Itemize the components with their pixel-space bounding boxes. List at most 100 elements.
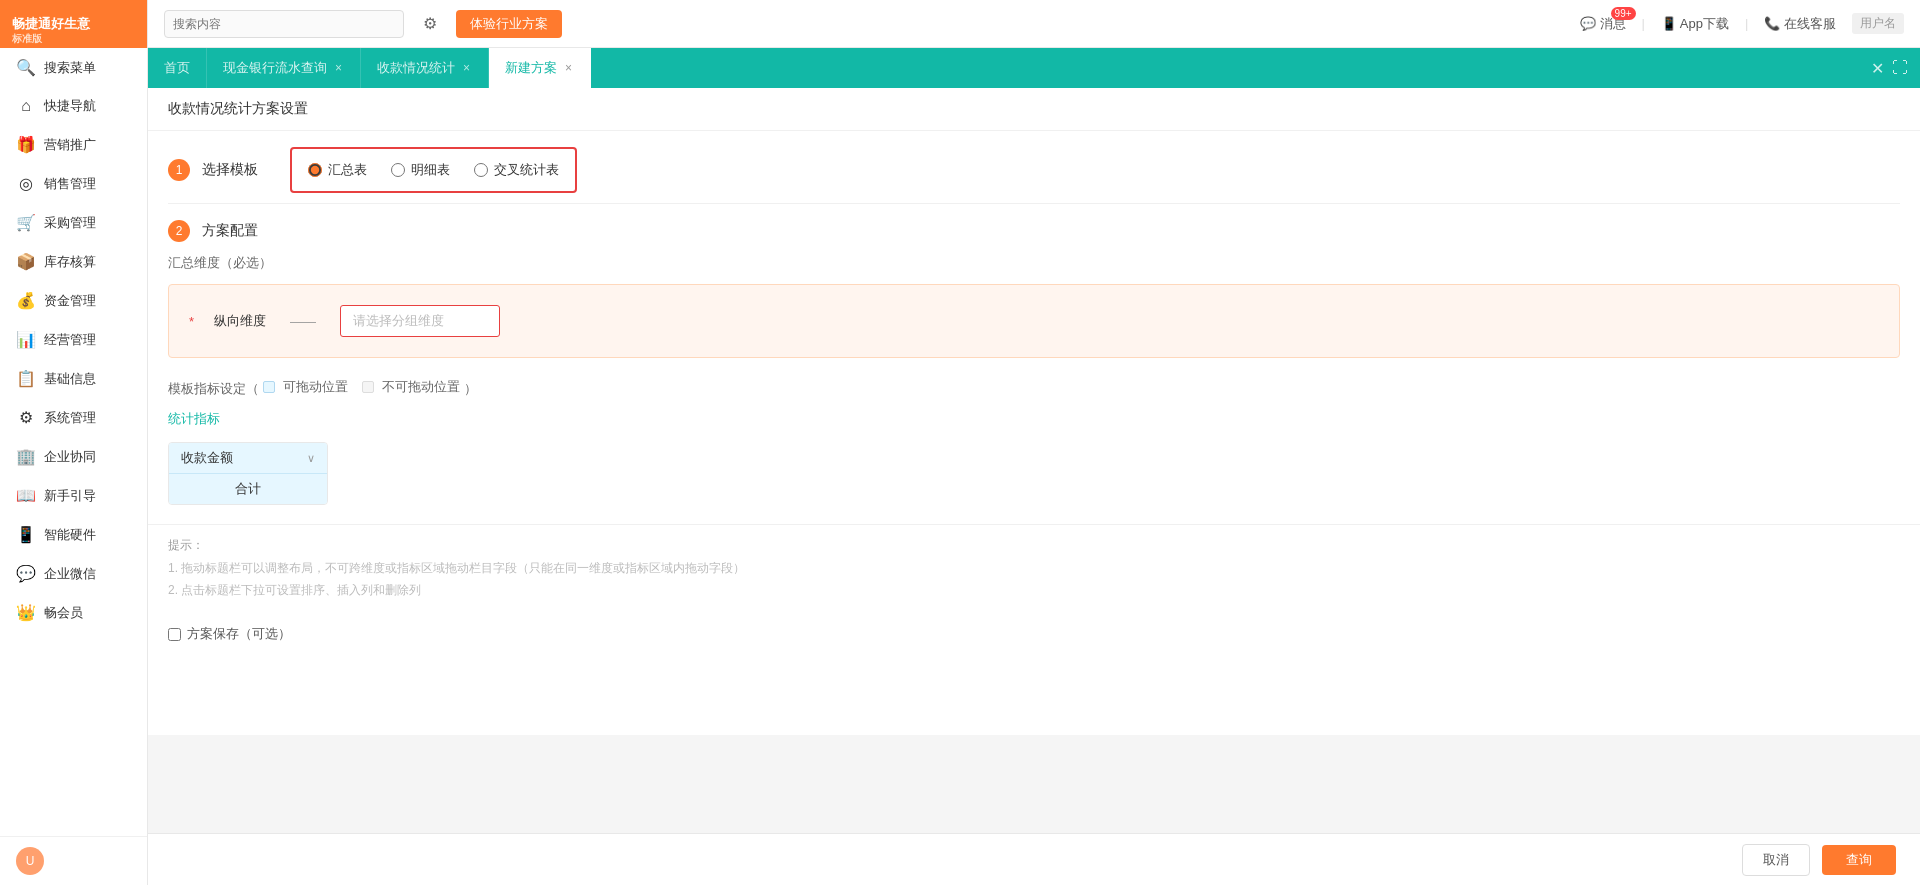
content-area: 收款情况统计方案设置 1 选择模板 汇总表明细表交叉统计表 2 方案配置 汇总维…	[148, 88, 1920, 885]
sidebar-label-basic: 基础信息	[44, 370, 96, 388]
capital-icon: 💰	[16, 291, 36, 310]
step1-badge: 1	[168, 159, 190, 181]
radio-option-detail[interactable]: 明细表	[391, 161, 450, 179]
tab-bar: 首页现金银行流水查询×收款情况统计×新建方案× ✕ ⛶	[148, 48, 1920, 88]
metrics-dropdown-icon: ∨	[307, 452, 315, 465]
username-display: 用户名	[1852, 13, 1904, 34]
purchase-icon: 🛒	[16, 213, 36, 232]
tab-label-bank-flow: 现金银行流水查询	[223, 59, 327, 77]
dimension-config-label: 汇总维度（必选）	[168, 254, 1900, 272]
metrics-config-row: 模板指标设定（ 可拖动位置 不可拖动位置 ）	[168, 378, 1900, 398]
tab-bank-flow[interactable]: 现金银行流水查询 ×	[207, 48, 361, 88]
close-window-button[interactable]: ✕	[1871, 59, 1884, 78]
enterprise-icon: 🏢	[16, 447, 36, 466]
tab-receipt-stats[interactable]: 收款情况统计 ×	[361, 48, 489, 88]
operation-icon: 📊	[16, 330, 36, 349]
tab-label-home: 首页	[164, 59, 190, 77]
search-input[interactable]	[164, 10, 404, 38]
tab-close-bank-flow[interactable]: ×	[333, 60, 344, 76]
sidebar-item-quick-nav[interactable]: ⌂ 快捷导航	[0, 87, 147, 125]
arrow: ——	[290, 314, 316, 329]
sidebar-item-operation[interactable]: 📊 经营管理	[0, 320, 147, 359]
sidebar-label-operation: 经营管理	[44, 331, 96, 349]
dimension-select[interactable]: 请选择分组维度	[340, 305, 500, 337]
sidebar-label-quick-nav: 快捷导航	[44, 97, 96, 115]
footer-bar: 取消 查询	[148, 833, 1920, 885]
service-btn[interactable]: 📞 在线客服	[1764, 15, 1836, 33]
sidebar-item-wechat[interactable]: 💬企业微信	[0, 554, 147, 593]
required-marker: *	[189, 314, 194, 329]
sidebar-footer: U	[0, 836, 147, 885]
radio-option-summary[interactable]: 汇总表	[308, 161, 367, 179]
sidebar-item-member[interactable]: 👑 畅会员	[0, 593, 147, 632]
sidebar-label-sales: 销售管理	[44, 175, 96, 193]
metrics-table: 收款金额 ∨ 合计	[168, 442, 328, 505]
tips-lines: 1. 拖动标题栏可以调整布局，不可跨维度或指标区域拖动栏目字段（只能在同一维度或…	[168, 558, 1900, 601]
sidebar-item-basic[interactable]: 📋 基础信息	[0, 359, 147, 398]
sidebar-item-system[interactable]: ⚙系统管理	[0, 398, 147, 437]
step2-section: 2 方案配置 汇总维度（必选） * 纵向维度 —— 请选择分组维度	[148, 204, 1920, 524]
radio-input-detail[interactable]	[391, 163, 405, 177]
movable-hint: 可拖动位置	[263, 378, 348, 396]
metrics-header[interactable]: 收款金额 ∨	[169, 443, 327, 474]
download-btn[interactable]: 📱 App下载	[1661, 15, 1729, 33]
sidebar: 畅捷通好生意 标准版 🔍搜索菜单⌂快捷导航🎁营销推广◎销售管理🛒采购管理📦库存核…	[0, 0, 148, 885]
marketing-icon: 🎁	[16, 135, 36, 154]
system-icon: ⚙	[16, 408, 36, 427]
wechat-icon: 💬	[16, 564, 36, 583]
sidebar-item-purchase[interactable]: 🛒采购管理	[0, 203, 147, 242]
radio-label-summary: 汇总表	[328, 161, 367, 179]
step2-row: 2 方案配置	[168, 220, 1900, 254]
tab-new-plan[interactable]: 新建方案×	[489, 48, 591, 88]
basic-icon: 📋	[16, 369, 36, 388]
sidebar-item-marketing[interactable]: 🎁 营销推广	[0, 125, 147, 164]
avatar: U	[16, 847, 44, 875]
sidebar-label-inventory: 库存核算	[44, 253, 96, 271]
header-right: 💬 消息 99+ | 📱 App下载 | 📞 在线客服 用户名	[1580, 13, 1904, 34]
step1-label: 选择模板	[202, 161, 258, 179]
tab-bar-actions: ✕ ⛶	[1859, 48, 1920, 88]
tab-close-new-plan[interactable]: ×	[563, 60, 574, 76]
stats-section: 统计指标 收款金额 ∨ 合计	[168, 410, 1900, 508]
sidebar-label-member: 畅会员	[44, 604, 83, 622]
sidebar-item-hardware[interactable]: 📱智能硬件	[0, 515, 147, 554]
save-checkbox[interactable]	[168, 628, 181, 641]
step2-badge: 2	[168, 220, 190, 242]
cancel-button[interactable]: 取消	[1742, 844, 1810, 876]
dimension-area: * 纵向维度 —— 请选择分组维度	[168, 284, 1900, 358]
member-icon: 👑	[16, 603, 36, 622]
radio-option-cross[interactable]: 交叉统计表	[474, 161, 559, 179]
search-icon: 🔍	[16, 58, 36, 77]
top-header: ⚙ 体验行业方案 💬 消息 99+ | 📱 App下载 | 📞 在线客服 用户名	[148, 0, 1920, 48]
main-area: ⚙ 体验行业方案 💬 消息 99+ | 📱 App下载 | 📞 在线客服 用户名…	[148, 0, 1920, 885]
save-checkbox-label[interactable]: 方案保存（可选）	[187, 625, 291, 643]
tab-close-receipt-stats[interactable]: ×	[461, 60, 472, 76]
vertical-dimension-label: 纵向维度	[214, 312, 266, 330]
sidebar-item-inventory[interactable]: 📦库存核算	[0, 242, 147, 281]
radio-input-summary[interactable]	[308, 163, 322, 177]
industry-button[interactable]: 体验行业方案	[456, 10, 562, 38]
fixed-dot	[362, 381, 374, 393]
radio-input-cross[interactable]	[474, 163, 488, 177]
movable-dot	[263, 381, 275, 393]
tab-label-receipt-stats: 收款情况统计	[377, 59, 455, 77]
dimension-row: * 纵向维度 —— 请选择分组维度	[189, 305, 1879, 337]
save-option-row: 方案保存（可选）	[148, 613, 1920, 655]
sidebar-label-hardware: 智能硬件	[44, 526, 96, 544]
step1-options-box: 汇总表 明细表 交叉统计表	[290, 147, 577, 193]
query-button[interactable]: 查询	[1822, 845, 1896, 875]
sidebar-item-capital[interactable]: 💰资金管理	[0, 281, 147, 320]
step2-label: 方案配置	[202, 222, 258, 240]
sidebar-item-enterprise[interactable]: 🏢企业协同	[0, 437, 147, 476]
tip-line: 1. 拖动标题栏可以调整布局，不可跨维度或指标区域拖动栏目字段（只能在同一维度或…	[168, 558, 1900, 580]
sidebar-label-marketing: 营销推广	[44, 136, 96, 154]
gear-button[interactable]: ⚙	[416, 10, 444, 38]
notification-btn[interactable]: 💬 消息 99+	[1580, 15, 1626, 33]
sidebar-item-sales[interactable]: ◎销售管理	[0, 164, 147, 203]
maximize-button[interactable]: ⛶	[1892, 59, 1908, 77]
metrics-config-label: 模板指标设定（ 可拖动位置 不可拖动位置 ）	[168, 373, 477, 396]
quick-nav-icon: ⌂	[16, 97, 36, 115]
tab-home[interactable]: 首页	[148, 48, 207, 88]
sidebar-item-guide[interactable]: 📖新手引导	[0, 476, 147, 515]
sidebar-item-search[interactable]: 🔍搜索菜单	[0, 48, 147, 87]
